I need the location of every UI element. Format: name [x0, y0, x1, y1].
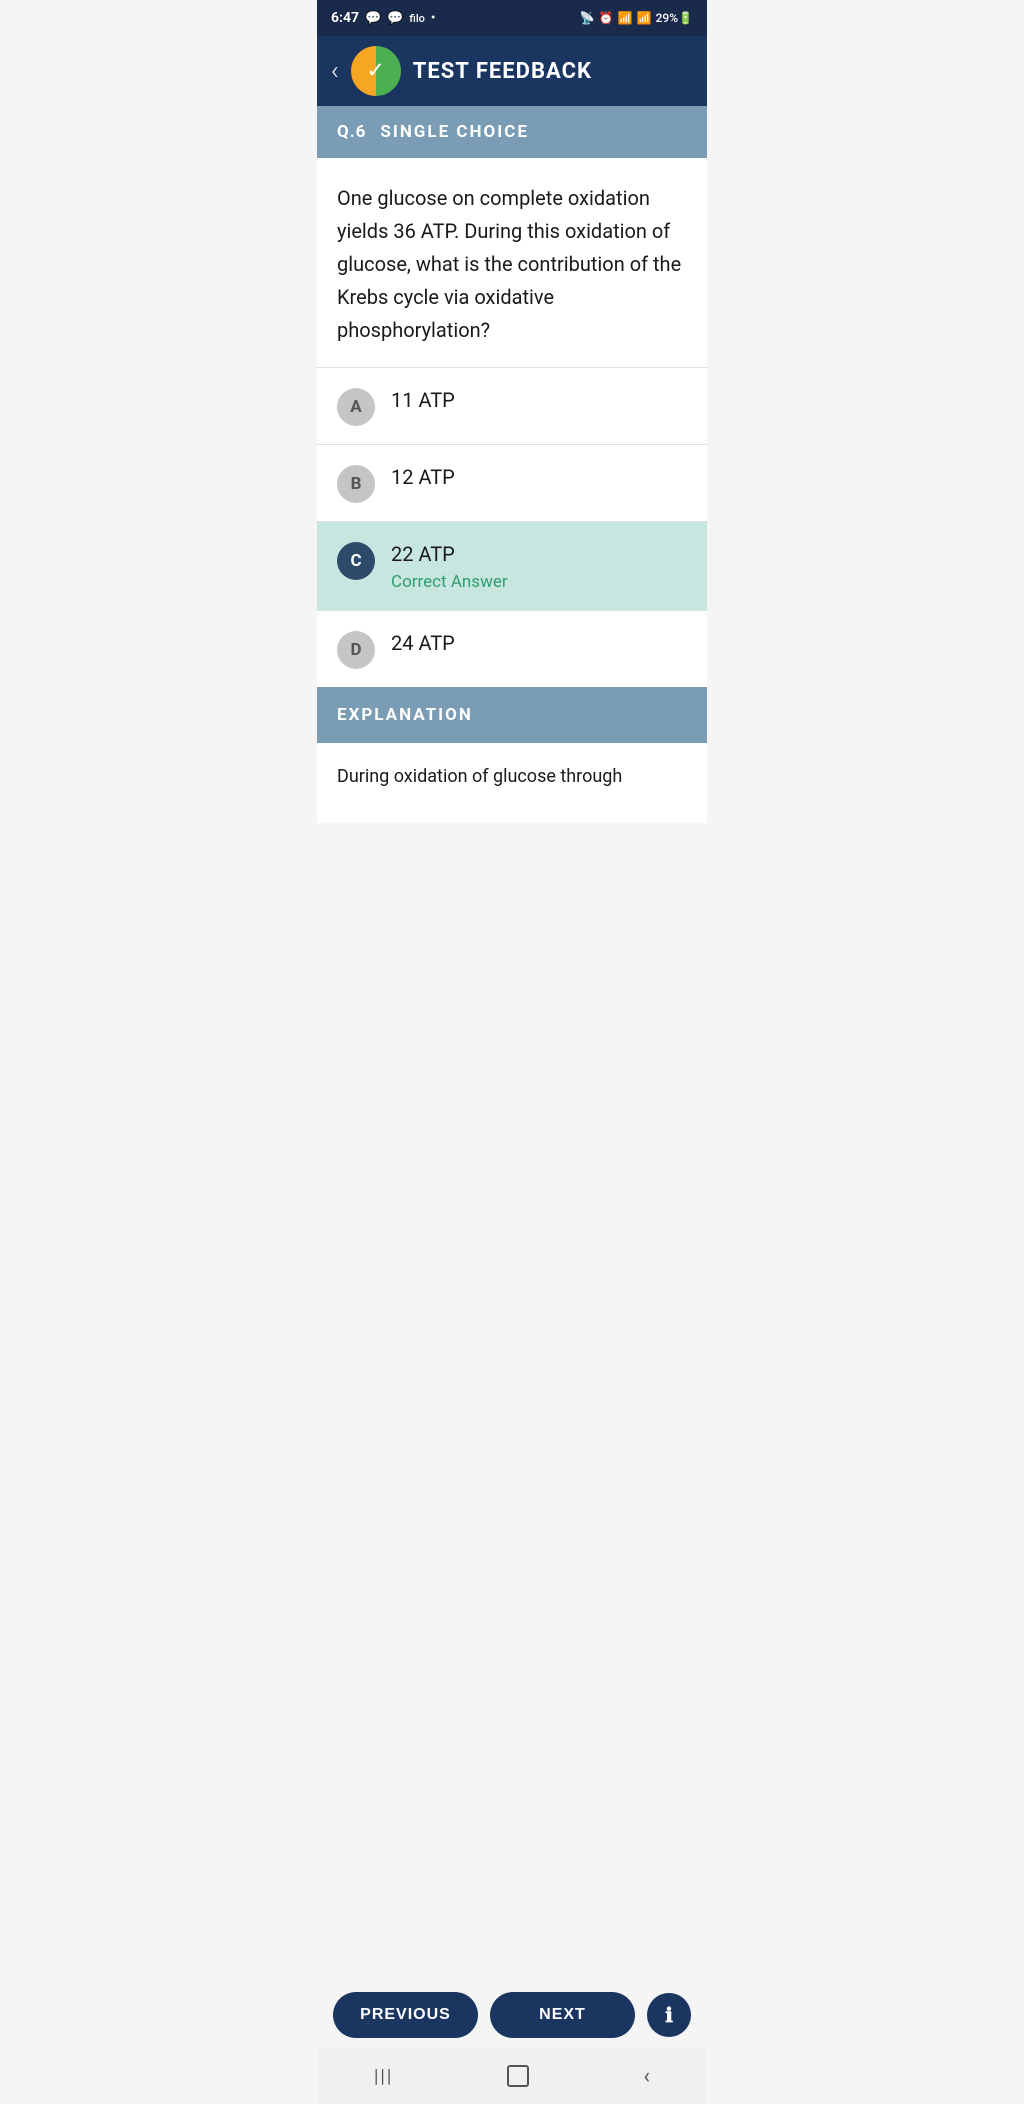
question-section-header: Q.6 SINGLE CHOICE — [317, 106, 707, 158]
option-b-content: 12 ATP — [391, 463, 687, 491]
next-button[interactable]: NEXT — [490, 1992, 635, 2038]
status-left: 6:47 💬 💬 filo • — [331, 10, 435, 26]
status-time: 6:47 — [331, 10, 359, 26]
android-menu-icon[interactable]: ||| — [374, 2066, 393, 2087]
logo: ✓ — [351, 46, 401, 96]
options-container: A 11 ATP B 12 ATP C 22 ATP Correct Answe… — [317, 367, 707, 687]
explanation-label: EXPLANATION — [337, 705, 473, 725]
android-back-icon[interactable]: ‹ — [643, 2064, 650, 2089]
question-number: Q.6 — [337, 122, 366, 142]
cast-icon: 📡 — [580, 11, 595, 25]
status-bar: 6:47 💬 💬 filo • 📡 ⏰ 📶 📶 29%🔋 — [317, 0, 707, 36]
bottom-nav: PREVIOUS NEXT ℹ — [317, 1982, 707, 2048]
explanation-header: EXPLANATION — [317, 687, 707, 743]
question-body: One glucose on complete oxidation yields… — [317, 158, 707, 367]
android-navbar: ||| ‹ — [317, 2048, 707, 2104]
header-title: TEST FEEDBACK — [413, 59, 592, 84]
option-c-content: 22 ATP Correct Answer — [391, 540, 687, 592]
option-a-badge: A — [337, 388, 375, 426]
question-type: SINGLE CHOICE — [380, 122, 529, 142]
option-a-content: 11 ATP — [391, 386, 687, 414]
option-b-text: 12 ATP — [391, 463, 687, 491]
option-d-text: 24 ATP — [391, 629, 687, 657]
question-text: One glucose on complete oxidation yields… — [337, 182, 687, 347]
option-c-text: 22 ATP — [391, 540, 687, 568]
option-d-badge: D — [337, 631, 375, 669]
back-button[interactable]: ‹ — [331, 58, 339, 84]
wifi-icon: 📶 — [618, 11, 633, 25]
message-icon: 💬 — [387, 11, 403, 26]
filo-icon: filo — [409, 12, 424, 25]
option-b-badge: B — [337, 465, 375, 503]
header: ‹ ✓ TEST FEEDBACK — [317, 36, 707, 106]
status-right: 📡 ⏰ 📶 📶 29%🔋 — [580, 11, 693, 25]
option-a[interactable]: A 11 ATP — [317, 367, 707, 444]
logo-check-icon: ✓ — [367, 59, 385, 84]
correct-answer-label: Correct Answer — [391, 572, 687, 592]
option-c-badge: C — [337, 542, 375, 580]
option-a-text: 11 ATP — [391, 386, 687, 414]
option-d[interactable]: D 24 ATP — [317, 610, 707, 687]
info-icon: ℹ — [665, 2003, 673, 2028]
alarm-icon: ⏰ — [599, 11, 614, 25]
explanation-body: During oxidation of glucose through — [317, 743, 707, 823]
battery-text: 29%🔋 — [656, 11, 693, 25]
explanation-text: During oxidation of glucose through — [337, 763, 687, 792]
option-d-content: 24 ATP — [391, 629, 687, 657]
info-button[interactable]: ℹ — [647, 1993, 691, 2037]
option-b[interactable]: B 12 ATP — [317, 444, 707, 521]
dot-indicator: • — [431, 11, 436, 26]
signal-icon: 📶 — [637, 11, 652, 25]
previous-button[interactable]: PREVIOUS — [333, 1992, 478, 2038]
whatsapp-icon: 💬 — [365, 11, 381, 26]
option-c[interactable]: C 22 ATP Correct Answer — [317, 521, 707, 610]
android-home-icon[interactable] — [507, 2065, 529, 2087]
